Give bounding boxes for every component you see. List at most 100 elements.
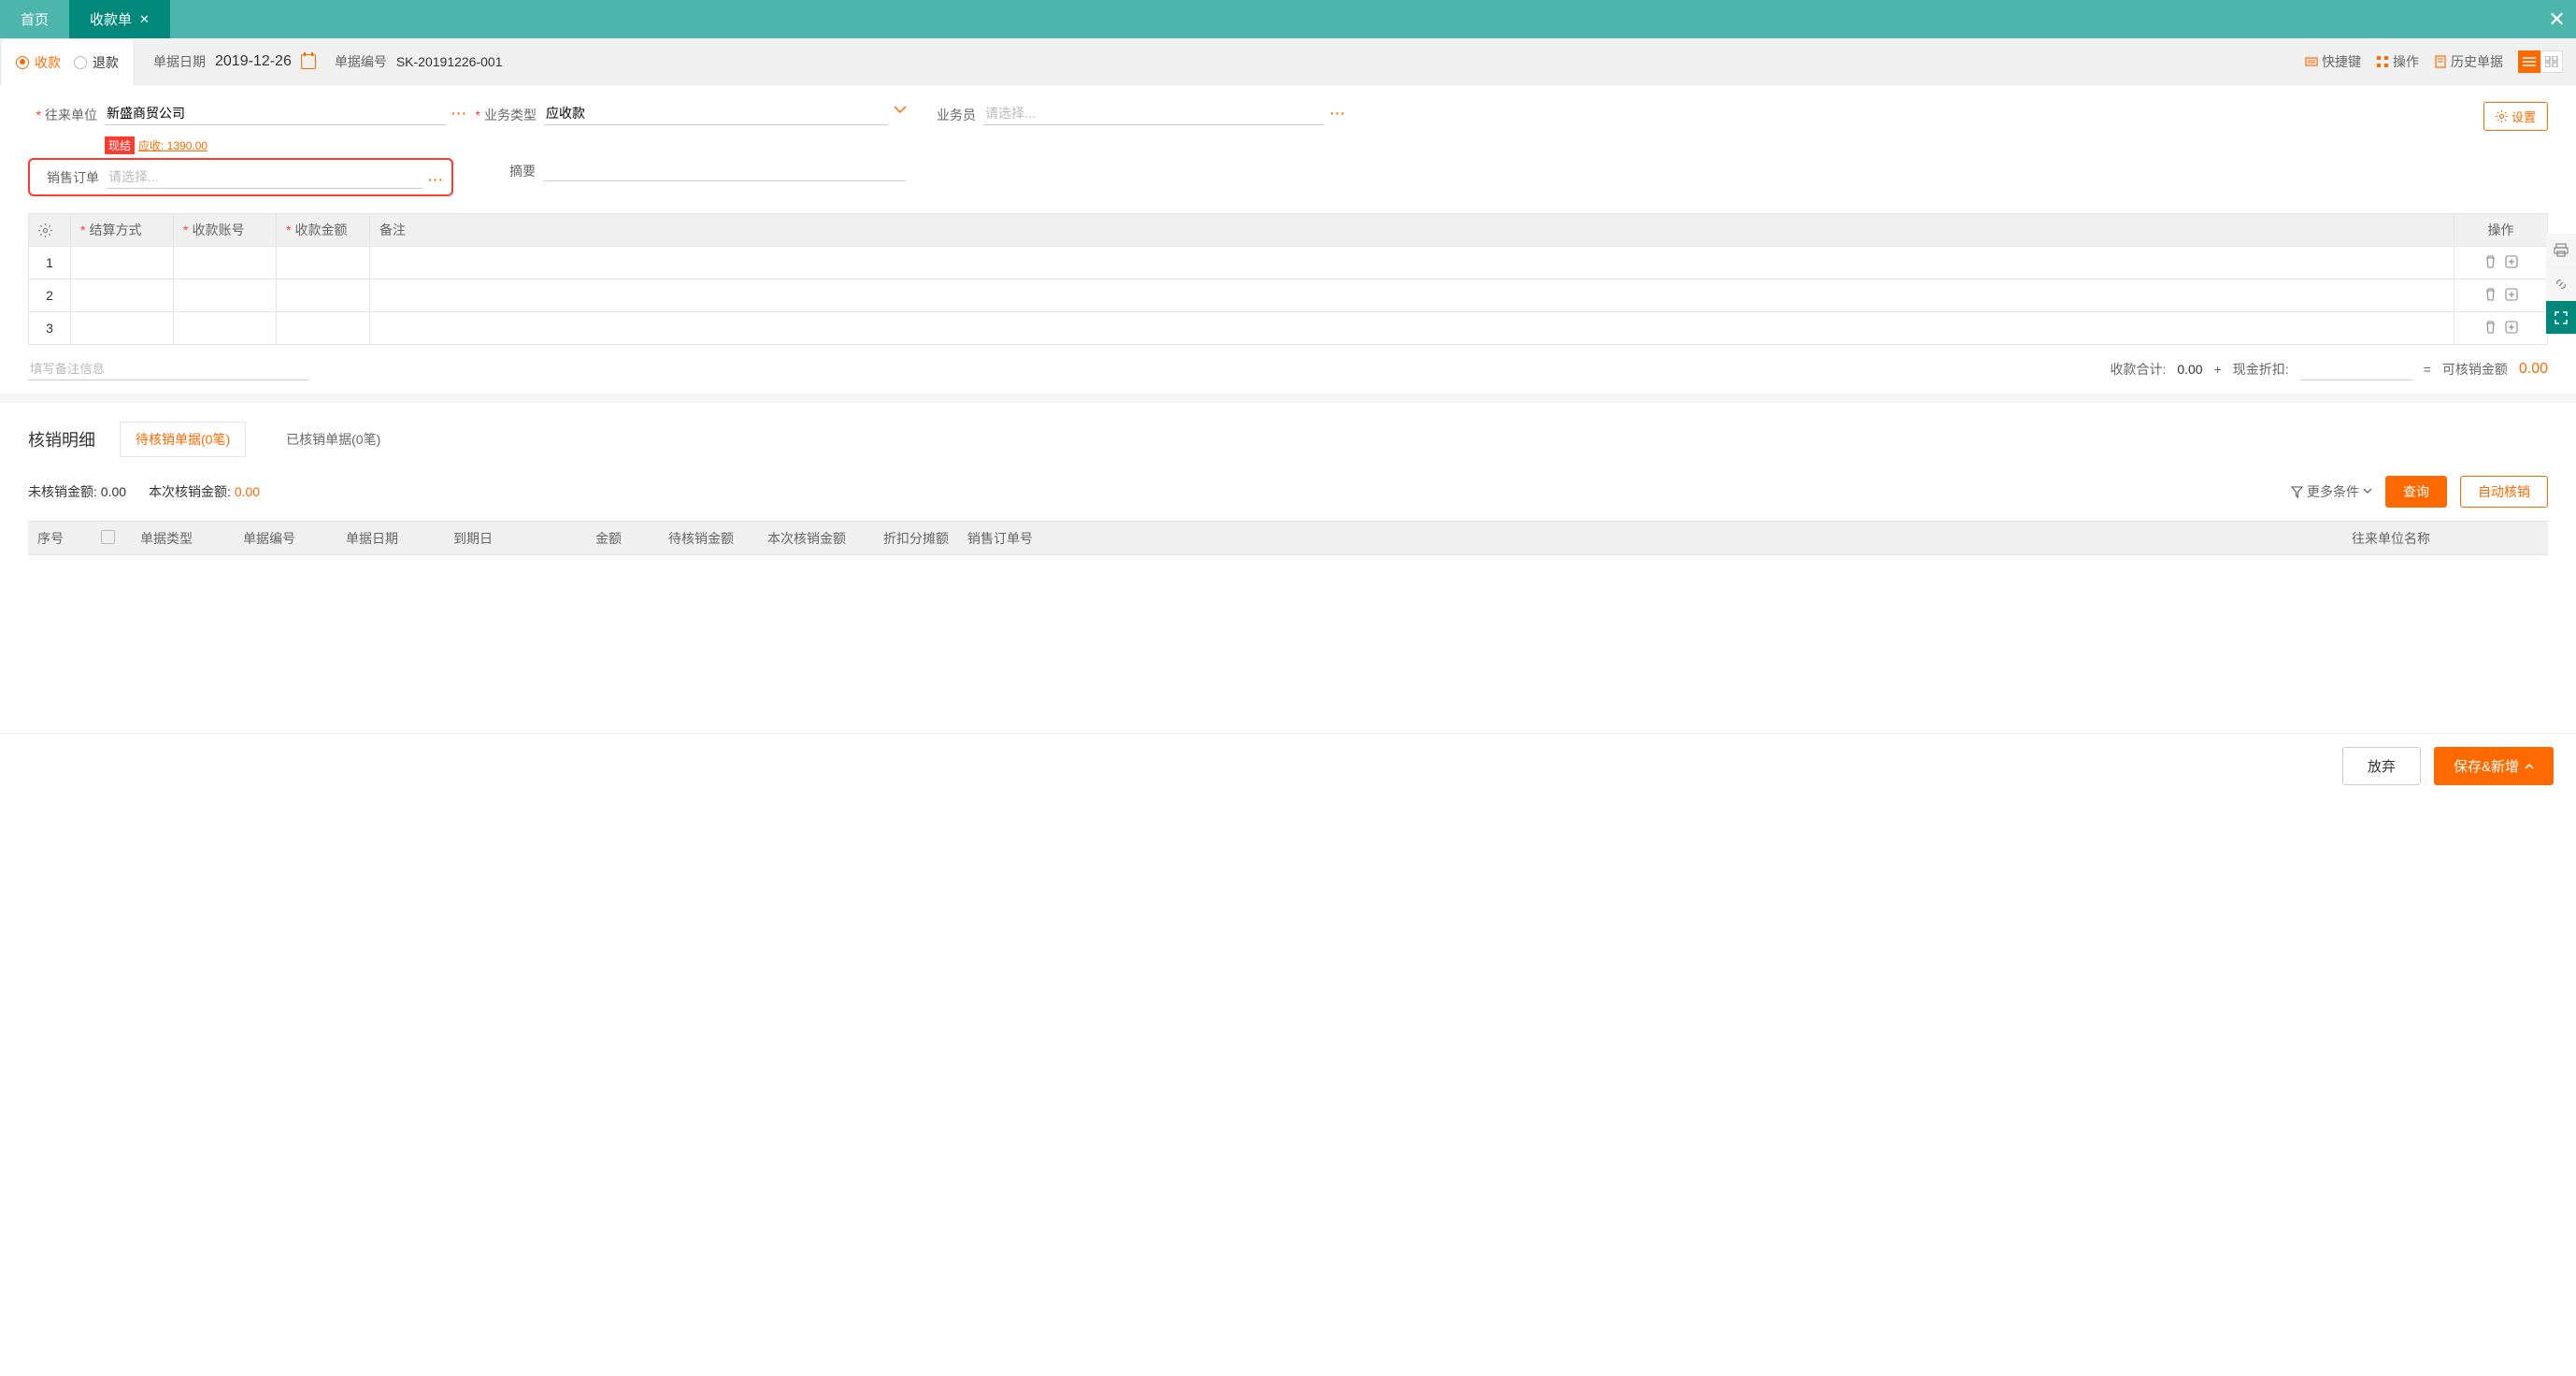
cell-amount[interactable] <box>277 312 370 345</box>
printer-icon <box>2554 243 2569 258</box>
discount-input[interactable] <box>2300 358 2412 380</box>
chevron-down-icon <box>2363 488 2372 495</box>
biztype-input[interactable] <box>544 102 888 125</box>
cell-remark[interactable] <box>370 312 2454 345</box>
history-button[interactable]: 历史单据 <box>2434 52 2503 71</box>
tab-receipt[interactable]: 收款单 ✕ <box>69 0 170 38</box>
cell-method[interactable] <box>71 247 174 280</box>
discard-button[interactable]: 放弃 <box>2342 747 2421 785</box>
gear-icon <box>38 223 52 237</box>
rail-expand-button[interactable] <box>2546 301 2576 335</box>
discount-label: 现金折扣: <box>2233 360 2289 379</box>
total-value: 0.00 <box>2177 362 2202 377</box>
view-grid-button[interactable] <box>2540 50 2563 73</box>
link-icon <box>2554 277 2569 292</box>
operate-button[interactable]: 操作 <box>2376 52 2419 71</box>
more-icon[interactable]: ··· <box>1330 102 1346 121</box>
summary-label: 摘要 <box>466 158 536 180</box>
salesorder-label: 销售订单 <box>34 168 99 187</box>
col-partyname: 往来单位名称 <box>2342 522 2548 555</box>
settings-button[interactable]: 设置 <box>2483 102 2548 131</box>
delete-icon[interactable] <box>2484 255 2497 268</box>
save-new-button[interactable]: 保存&新增 <box>2434 747 2554 785</box>
note-input[interactable] <box>28 358 308 380</box>
cell-amount[interactable] <box>277 247 370 280</box>
col-amount: 收款金额 <box>277 214 370 247</box>
wo-tab-done[interactable]: 已核销单据(0笔) <box>270 422 396 457</box>
cell-amount[interactable] <box>277 280 370 312</box>
add-row-icon[interactable] <box>2505 255 2518 268</box>
auto-writeoff-button[interactable]: 自动核销 <box>2460 476 2548 508</box>
rail-link-button[interactable] <box>2546 267 2576 301</box>
chevron-down-icon[interactable] <box>894 102 907 115</box>
history-icon <box>2434 55 2447 68</box>
writeoff-table: 序号 单据类型 单据编号 单据日期 到期日 金额 待核销金额 本次核销金额 折扣… <box>28 521 2548 555</box>
col-amount: 金额 <box>575 522 631 555</box>
radio-icon <box>74 56 87 69</box>
chevron-up-icon <box>2525 763 2534 770</box>
filter-icon <box>2291 486 2303 498</box>
header-toolbar: 收款 退款 单据日期 2019-12-26 单据编号 SK-20191226-0… <box>0 38 2576 85</box>
salesman-input[interactable] <box>983 102 1324 125</box>
cell-account[interactable] <box>174 280 277 312</box>
radio-refund-label: 退款 <box>93 53 119 72</box>
col-salesorder: 销售订单号 <box>958 522 2342 555</box>
summary-input[interactable] <box>543 158 906 181</box>
top-tab-bar: 首页 收款单 ✕ ✕ <box>0 0 2576 38</box>
more-filter-button[interactable]: 更多条件 <box>2291 482 2372 501</box>
writeoff-label: 可核销金额 <box>2442 360 2508 379</box>
cell-method[interactable] <box>71 312 174 345</box>
radio-receive-label: 收款 <box>35 53 61 72</box>
table-row[interactable]: 1 <box>29 247 2548 280</box>
keyboard-icon <box>2305 55 2318 68</box>
shortcut-button[interactable]: 快捷键 <box>2305 52 2361 71</box>
add-row-icon[interactable] <box>2505 321 2518 334</box>
rail-print-button[interactable] <box>2546 234 2576 267</box>
grid-icon <box>2376 55 2389 68</box>
eq-sign: = <box>2424 362 2431 377</box>
tab-home[interactable]: 首页 <box>0 0 69 38</box>
party-input[interactable] <box>105 102 446 125</box>
radio-receive[interactable]: 收款 <box>16 53 61 72</box>
calendar-icon[interactable] <box>301 54 316 69</box>
table-row[interactable]: 2 <box>29 280 2548 312</box>
bill-no-value: SK-20191226-001 <box>396 54 503 69</box>
close-icon[interactable]: ✕ <box>139 12 150 27</box>
bill-date-value[interactable]: 2019-12-26 <box>215 53 292 70</box>
biztype-label: 业务类型 <box>467 102 537 124</box>
col-no: 单据编号 <box>234 522 336 555</box>
footer-actions: 放弃 保存&新增 <box>0 733 2576 798</box>
col-account: 收款账号 <box>174 214 277 247</box>
col-type: 单据类型 <box>131 522 234 555</box>
more-icon[interactable]: ··· <box>428 168 444 187</box>
col-discount: 折扣分摊额 <box>855 522 958 555</box>
gear-icon <box>2496 110 2508 122</box>
table-row[interactable]: 3 <box>29 312 2548 345</box>
col-action: 操作 <box>2454 214 2548 247</box>
history-label: 历史单据 <box>2451 52 2503 71</box>
query-button[interactable]: 查询 <box>2385 476 2447 508</box>
cell-remark[interactable] <box>370 280 2454 312</box>
gear-header[interactable] <box>29 214 71 247</box>
this-writeoff-value: 0.00 <box>235 484 260 499</box>
select-all-checkbox[interactable] <box>101 530 115 544</box>
bill-date-label: 单据日期 <box>153 52 206 71</box>
bill-no-label: 单据编号 <box>335 52 387 71</box>
wo-tab-pending[interactable]: 待核销单据(0笔) <box>120 422 246 457</box>
cell-method[interactable] <box>71 280 174 312</box>
cell-remark[interactable] <box>370 247 2454 280</box>
payment-table: 结算方式 收款账号 收款金额 备注 操作 123 <box>28 213 2548 345</box>
cell-account[interactable] <box>174 247 277 280</box>
view-list-button[interactable] <box>2518 50 2540 73</box>
salesorder-input[interactable] <box>107 165 422 189</box>
more-icon[interactable]: ··· <box>451 102 467 121</box>
tab-receipt-label: 收款单 <box>90 9 132 29</box>
delete-icon[interactable] <box>2484 321 2497 334</box>
add-row-icon[interactable] <box>2505 288 2518 301</box>
receivable-link[interactable]: 应收: 1390.00 <box>138 137 208 153</box>
delete-icon[interactable] <box>2484 288 2497 301</box>
cell-account[interactable] <box>174 312 277 345</box>
window-close-button[interactable]: ✕ <box>2538 0 2576 38</box>
save-new-label: 保存&新增 <box>2454 756 2519 776</box>
radio-refund[interactable]: 退款 <box>74 53 119 72</box>
